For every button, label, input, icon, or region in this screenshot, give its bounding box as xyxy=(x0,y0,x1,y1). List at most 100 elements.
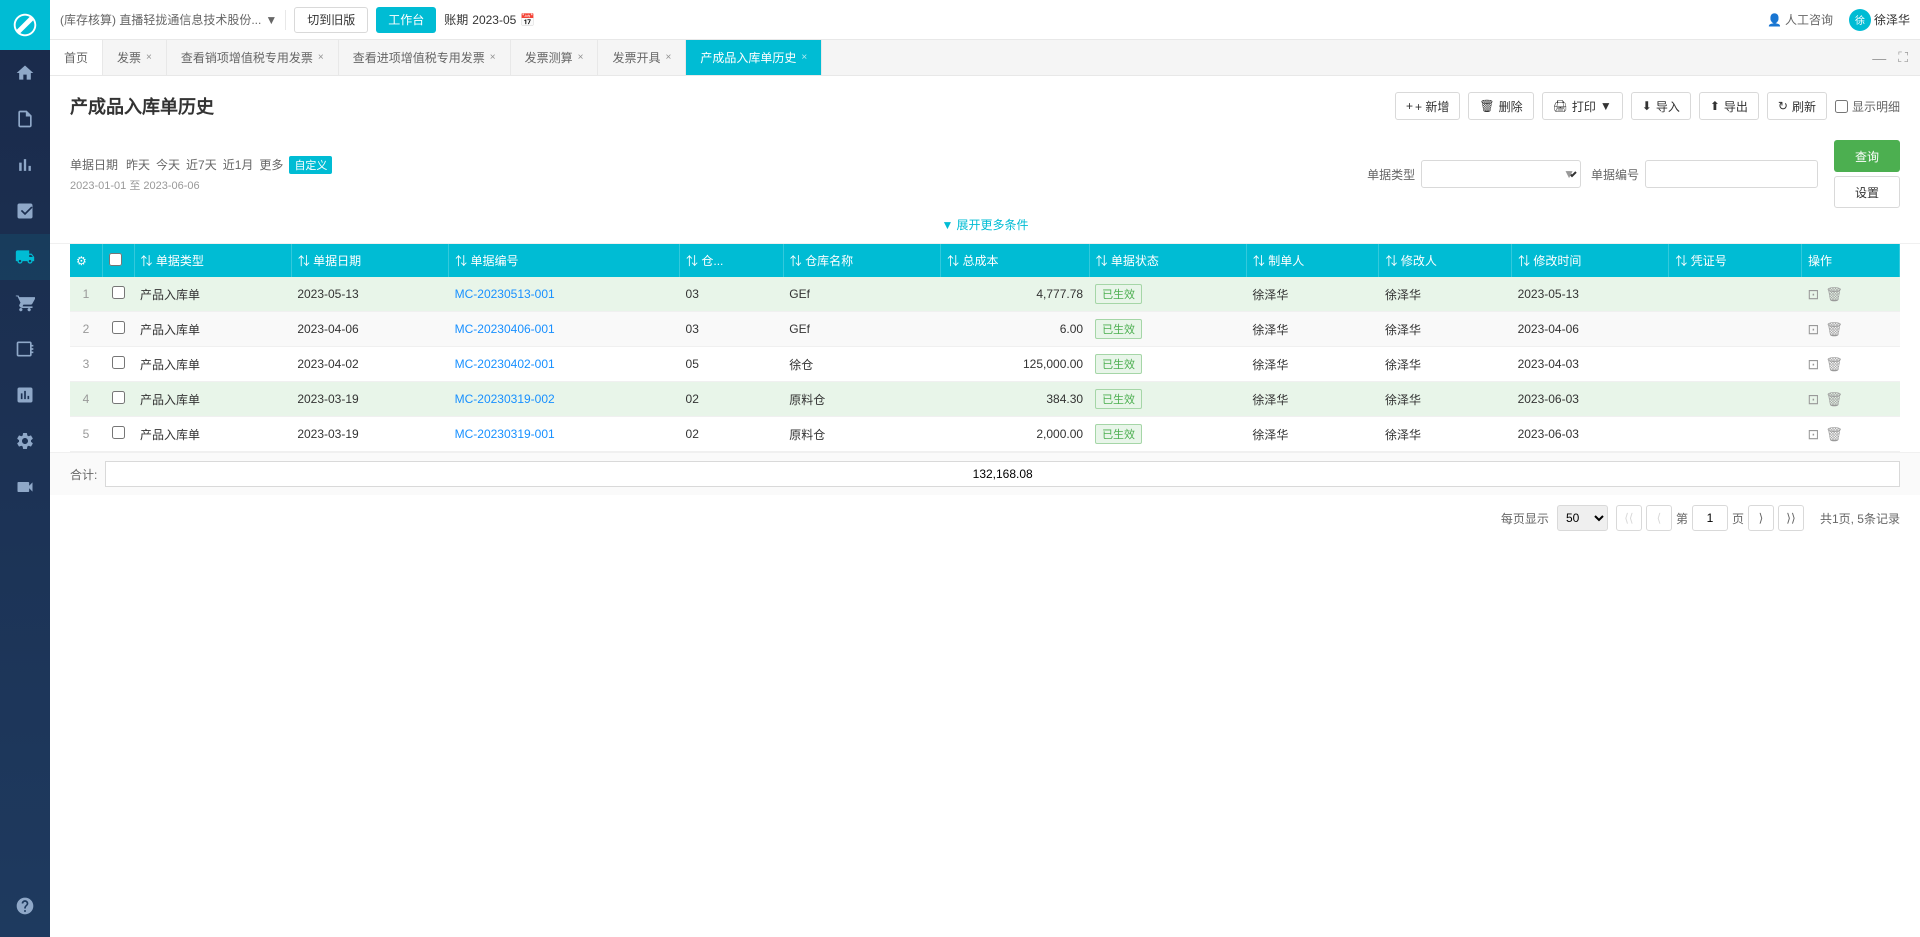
display-toggle[interactable]: 显示明细 xyxy=(1835,98,1900,115)
date-shortcut-7days[interactable]: 近7天 xyxy=(186,156,217,173)
tab-collapse-icon[interactable]: — xyxy=(1868,46,1890,70)
select-all-checkbox[interactable] xyxy=(109,253,122,266)
col-voucher[interactable]: ⇅ 凭证号 xyxy=(1669,244,1802,277)
export-btn[interactable]: ⬆ 导出 xyxy=(1699,92,1759,120)
tab-invoice-close[interactable]: × xyxy=(146,52,152,63)
doc-no-link[interactable]: MC-20230319-002 xyxy=(455,392,555,406)
page-prev-btn[interactable]: ⟨ xyxy=(1646,505,1672,531)
delete-icon[interactable]: 🗑 xyxy=(1825,426,1843,443)
doc-no-input[interactable] xyxy=(1645,160,1818,188)
date-shortcut-1month[interactable]: 近1月 xyxy=(223,156,254,173)
edit-icon[interactable]: ⊡ xyxy=(1807,356,1819,373)
help-button[interactable]: 👤 人工咨询 xyxy=(1767,11,1833,28)
doc-type-select[interactable] xyxy=(1421,160,1581,188)
tab-invoice-calc-close[interactable]: × xyxy=(578,52,584,63)
tab-expand-icon[interactable]: ⛶ xyxy=(1894,45,1912,70)
edit-icon[interactable]: ⊡ xyxy=(1807,321,1819,338)
date-shortcut-today[interactable]: 今天 xyxy=(156,156,180,173)
date-shortcut-yesterday[interactable]: 昨天 xyxy=(126,156,150,173)
row-checkbox-cell[interactable] xyxy=(102,417,134,452)
delete-icon[interactable]: 🗑 xyxy=(1825,391,1843,408)
sidebar-item-home[interactable] xyxy=(0,50,50,96)
edit-icon[interactable]: ⊡ xyxy=(1807,286,1819,303)
col-modify-time[interactable]: ⇅ 修改时间 xyxy=(1512,244,1669,277)
col-warehouse-name[interactable]: ⇅ 仓库名称 xyxy=(783,244,940,277)
tab-invoice[interactable]: 发票 × xyxy=(103,40,167,76)
sidebar-item-video[interactable] xyxy=(0,464,50,510)
new-btn[interactable]: + + 新增 xyxy=(1395,92,1460,120)
tab-sale-vat[interactable]: 查看销项增值税专用发票 × xyxy=(167,40,339,76)
delete-icon[interactable]: 🗑 xyxy=(1825,356,1843,373)
print-btn[interactable]: 🖨 打印 ▼ xyxy=(1542,92,1623,120)
page-first-btn[interactable]: ⟨⟨ xyxy=(1616,505,1642,531)
company-selector[interactable]: (库存核算) 直播轻拢通信息技术股份... ▼ xyxy=(60,11,277,28)
sidebar-item-document[interactable] xyxy=(0,96,50,142)
query-btn[interactable]: 查询 xyxy=(1834,140,1900,172)
col-creator[interactable]: ⇅ 制单人 xyxy=(1246,244,1379,277)
doc-no-link[interactable]: MC-20230513-001 xyxy=(455,287,555,301)
date-shortcut-custom[interactable]: 自定义 xyxy=(289,156,332,174)
sidebar-item-analytics[interactable] xyxy=(0,188,50,234)
workbench-btn[interactable]: 工作台 xyxy=(376,7,436,33)
col-date[interactable]: ⇅ 单据日期 xyxy=(291,244,448,277)
edit-icon[interactable]: ⊡ xyxy=(1807,426,1819,443)
sidebar-item-purchase[interactable] xyxy=(0,280,50,326)
delete-btn[interactable]: 🗑 删除 xyxy=(1468,92,1533,120)
page-last-btn[interactable]: ⟩⟩ xyxy=(1778,505,1804,531)
doc-no-link[interactable]: MC-20230402-001 xyxy=(455,357,555,371)
tab-home[interactable]: 首页 xyxy=(50,40,103,76)
sidebar-item-settings[interactable] xyxy=(0,418,50,464)
col-modifier[interactable]: ⇅ 修改人 xyxy=(1379,244,1512,277)
col-settings[interactable]: ⚙ xyxy=(70,244,102,277)
doc-no-link[interactable]: MC-20230319-001 xyxy=(455,427,555,441)
expand-more-btn[interactable]: ▼ 展开更多条件 xyxy=(942,216,1029,233)
col-doc-no[interactable]: ⇅ 单据编号 xyxy=(449,244,680,277)
period-calendar-icon[interactable]: 📅 xyxy=(520,13,535,27)
page-next-btn[interactable]: ⟩ xyxy=(1748,505,1774,531)
col-status[interactable]: ⇅ 单据状态 xyxy=(1089,244,1246,277)
sidebar-item-warehouse[interactable] xyxy=(0,234,50,280)
delete-icon[interactable]: 🗑 xyxy=(1825,286,1843,303)
edit-icon[interactable]: ⊡ xyxy=(1807,391,1819,408)
delete-icon[interactable]: 🗑 xyxy=(1825,321,1843,338)
row-checkbox-cell[interactable] xyxy=(102,347,134,382)
sidebar-item-chart[interactable] xyxy=(0,142,50,188)
per-page-select[interactable]: 50 100 200 xyxy=(1557,505,1608,531)
doc-no-link[interactable]: MC-20230406-001 xyxy=(455,322,555,336)
row-checkbox-cell[interactable] xyxy=(102,277,134,312)
tab-purchase-vat[interactable]: 查看进项增值税专用发票 × xyxy=(339,40,511,76)
settings-icon[interactable]: ⚙ xyxy=(76,254,87,268)
col-warehouse-code[interactable]: ⇅ 仓... xyxy=(680,244,784,277)
row-doc-no[interactable]: MC-20230319-001 xyxy=(449,417,680,452)
tab-sale-vat-close[interactable]: × xyxy=(318,52,324,63)
col-total-cost[interactable]: ⇅ 总成本 xyxy=(941,244,1089,277)
row-doc-no[interactable]: MC-20230319-002 xyxy=(449,382,680,417)
set-btn[interactable]: 设置 xyxy=(1834,176,1900,208)
tab-product-warehouse[interactable]: 产成品入库单历史 × xyxy=(686,40,822,76)
row-checkbox[interactable] xyxy=(112,426,125,439)
row-doc-no[interactable]: MC-20230402-001 xyxy=(449,347,680,382)
row-checkbox[interactable] xyxy=(112,391,125,404)
page-input[interactable] xyxy=(1692,505,1728,531)
sidebar-item-version[interactable] xyxy=(0,883,50,929)
tab-product-warehouse-close[interactable]: × xyxy=(801,52,807,63)
history-btn[interactable]: 切到旧版 xyxy=(294,7,368,33)
tab-invoice-open[interactable]: 发票开具 × xyxy=(598,40,686,76)
col-type[interactable]: ⇅ 单据类型 xyxy=(134,244,291,277)
display-toggle-checkbox[interactable] xyxy=(1835,100,1848,113)
tab-invoice-calc[interactable]: 发票测算 × xyxy=(511,40,599,76)
row-doc-no[interactable]: MC-20230406-001 xyxy=(449,312,680,347)
date-shortcut-more[interactable]: 更多 xyxy=(259,156,283,173)
sidebar-item-production[interactable] xyxy=(0,326,50,372)
row-doc-no[interactable]: MC-20230513-001 xyxy=(449,277,680,312)
row-checkbox-cell[interactable] xyxy=(102,382,134,417)
refresh-btn[interactable]: ↻ 刷新 xyxy=(1767,92,1827,120)
tab-invoice-open-close[interactable]: × xyxy=(665,52,671,63)
user-menu[interactable]: 徐 徐泽华 xyxy=(1849,9,1910,31)
col-checkbox[interactable] xyxy=(102,244,134,277)
tab-purchase-vat-close[interactable]: × xyxy=(490,52,496,63)
import-btn[interactable]: ⬇ 导入 xyxy=(1631,92,1691,120)
row-checkbox[interactable] xyxy=(112,356,125,369)
row-checkbox-cell[interactable] xyxy=(102,312,134,347)
row-checkbox[interactable] xyxy=(112,321,125,334)
